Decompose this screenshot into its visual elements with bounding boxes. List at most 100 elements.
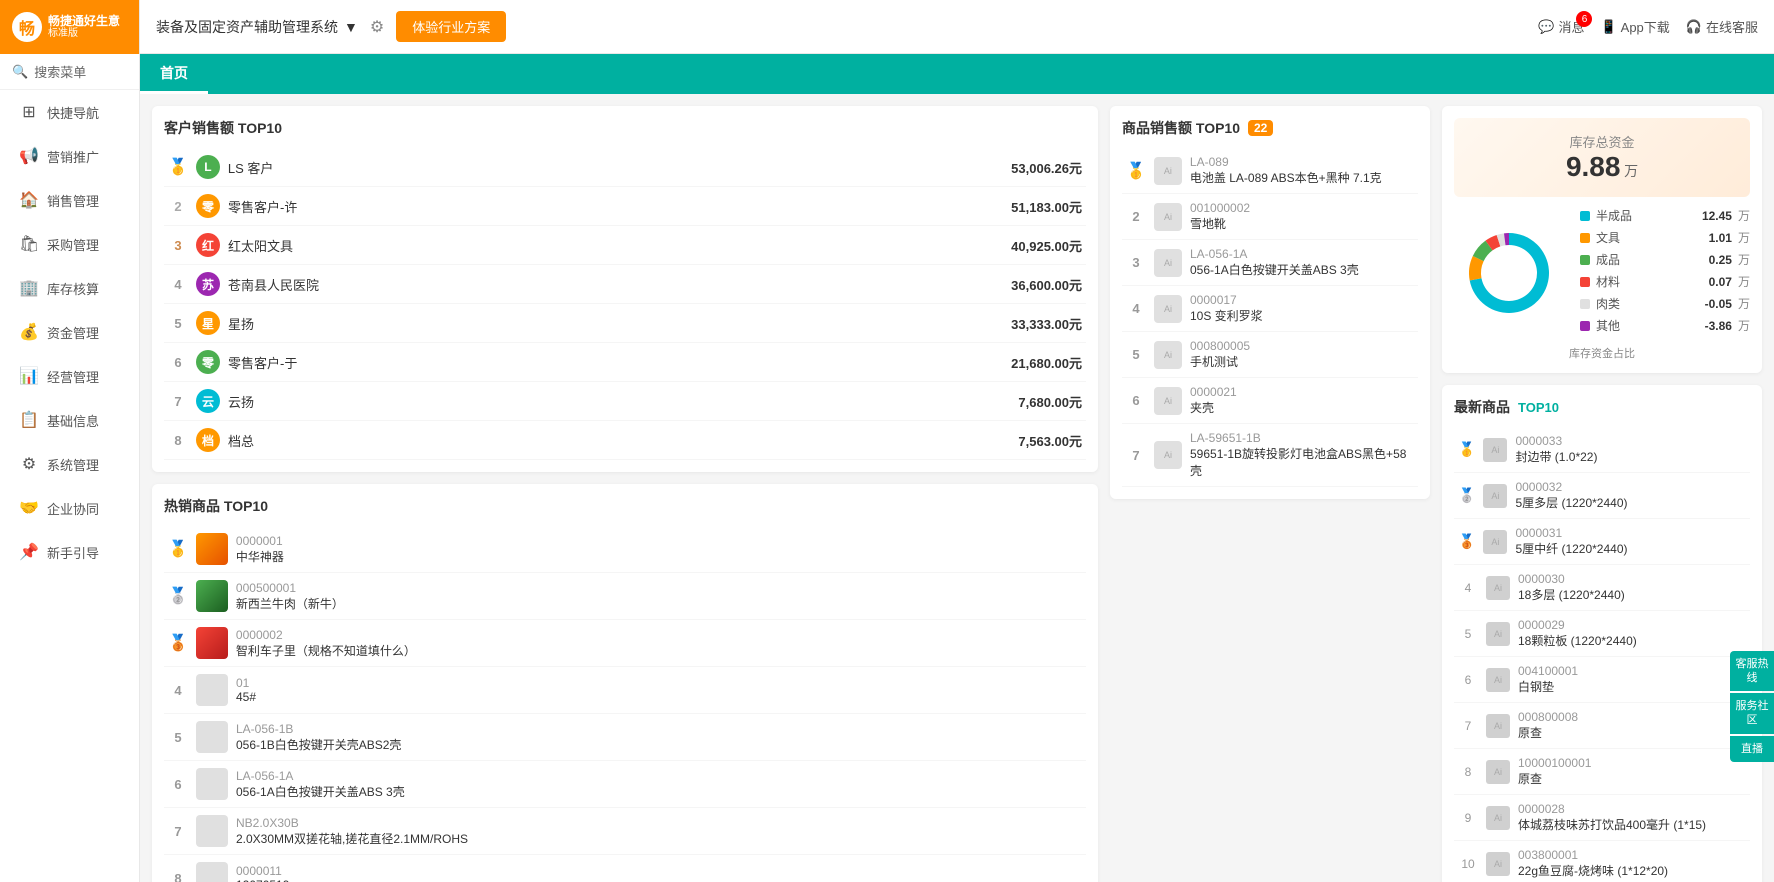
search-menu[interactable]: 🔍 搜索菜单 — [0, 54, 139, 90]
trial-button[interactable]: 体验行业方案 — [396, 11, 506, 42]
legend-item: 半成品 12.45 万 — [1580, 207, 1750, 224]
sidebar-item-finance[interactable]: 💰资金管理 — [0, 310, 139, 354]
rank-item: 7 云 云扬 7,680.00元 — [164, 382, 1086, 421]
product-name: 056-1B白色按键开关壳ABS2壳 — [236, 736, 1082, 753]
nav-icon-system: ⚙ — [19, 454, 39, 474]
product-name: 056-1A白色按键开关盖ABS 3壳 — [1190, 261, 1414, 278]
product-info: LA-056-1A 056-1A白色按键开关盖ABS 3壳 — [236, 769, 1082, 800]
product-thumbnail: Ai — [1154, 295, 1182, 323]
medal-icon: 🥉 — [168, 633, 188, 653]
product-code: 0000002 — [236, 628, 1082, 642]
float-service-button[interactable]: 直播 — [1730, 736, 1774, 762]
app-download-button[interactable]: 📱 App下载 — [1600, 17, 1669, 36]
medal-icon: 🥈 — [168, 586, 188, 606]
rank-number: 3 — [168, 238, 188, 253]
sidebar-item-marketing[interactable]: 📢营销推广 — [0, 134, 139, 178]
product-sales-item: 6 Ai 0000021 夹壳 — [1122, 378, 1418, 424]
legend-unit: 万 — [1738, 273, 1750, 290]
product-thumbnail: Ai — [1154, 341, 1182, 369]
system-selector[interactable]: 装备及固定资产辅助管理系统 ▼ — [156, 17, 358, 37]
product-info: 0000002 智利车子里（规格不知道填什么） — [236, 628, 1082, 659]
legend-unit: 万 — [1738, 207, 1750, 224]
hot-products-list: 🥇 0000001 中华神器 🥈 000500001 新西兰牛肉（新牛） 🥉 0… — [164, 526, 1086, 882]
product-sales-item: 5 Ai 000800005 手机测试 — [1122, 332, 1418, 378]
product-name: 夹壳 — [1190, 399, 1414, 416]
message-button[interactable]: 💬 消息 6 — [1538, 17, 1584, 36]
rank-number: 8 — [168, 433, 188, 448]
legend-value: 12.45 — [1702, 209, 1732, 223]
product-info: 000800005 手机测试 — [1190, 339, 1414, 370]
product-name: 18多层 (1220*2440) — [1518, 586, 1746, 603]
product-sales-rank-card: 商品销售额 TOP10 22 🥇 Ai LA-089 电池盖 LA-089 AB… — [1110, 106, 1430, 499]
sidebar-item-purchase[interactable]: 🛍 采购管理 — [0, 222, 139, 266]
nav-label-purchase: 采购管理 — [47, 235, 99, 254]
product-thumbnail: Ai — [1486, 668, 1510, 692]
customer-avatar: 红 — [196, 233, 220, 257]
product-code: 000800008 — [1518, 710, 1746, 724]
hot-product-item: 🥇 0000001 中华神器 — [164, 526, 1086, 573]
legend-item: 其他 -3.86 万 — [1580, 317, 1750, 334]
inventory-card: 库存总资金 9.88 万 半成品 12.45 万 文具 1.01 万 成品 0.… — [1442, 106, 1762, 373]
float-service-button[interactable]: 服务社区 — [1730, 693, 1774, 734]
sidebar-item-sales[interactable]: 🏠销售管理 — [0, 178, 139, 222]
sidebar-item-inventory[interactable]: 🏢库存核算 — [0, 266, 139, 310]
right-column: 库存总资金 9.88 万 半成品 12.45 万 文具 1.01 万 成品 0.… — [1442, 106, 1762, 870]
nav-icon-purchase: 🛍 — [19, 234, 39, 254]
customer-value: 51,183.00元 — [1011, 197, 1082, 216]
product-code: 0000021 — [1190, 385, 1414, 399]
customer-name: 零售客户-于 — [228, 353, 1003, 372]
nav-label-quick-nav: 快捷导航 — [47, 103, 99, 122]
product-info: 0000031 5厘中纤 (1220*2440) — [1515, 526, 1746, 557]
hot-products-card: 热销商品 TOP10 🥇 0000001 中华神器 🥈 000500001 新西… — [152, 484, 1098, 882]
page-tabs: 首页 — [140, 54, 1774, 94]
rank-number: 5 — [1458, 627, 1478, 641]
product-info: 0000001 中华神器 — [236, 534, 1082, 565]
product-code: 0000030 — [1518, 572, 1746, 586]
rank-number: 7 — [168, 394, 188, 409]
product-info: 000500001 新西兰牛肉（新牛） — [236, 581, 1082, 612]
product-info: LA-59651-1B 59651-1B旋转投影灯电池盒ABS黑色+58壳 — [1190, 431, 1414, 479]
product-thumbnail — [196, 721, 228, 753]
product-name: 056-1A白色按键开关盖ABS 3壳 — [236, 783, 1082, 800]
product-info: 0000033 封边带 (1.0*22) — [1515, 434, 1746, 465]
customer-value: 53,006.26元 — [1011, 158, 1082, 177]
online-service-button[interactable]: 🎧 在线客服 — [1686, 17, 1758, 36]
customer-value: 36,600.00元 — [1011, 275, 1082, 294]
float-service-button[interactable]: 客服热线 — [1730, 651, 1774, 692]
sidebar-item-guide[interactable]: 📌 新手引导 — [0, 530, 139, 574]
sidebar-item-basic[interactable]: 📋基础信息 — [0, 398, 139, 442]
hot-product-item: 5 LA-056-1B 056-1B白色按键开关壳ABS2壳 — [164, 714, 1086, 761]
count-badge: 22 — [1248, 120, 1273, 136]
customer-name: 档总 — [228, 431, 1010, 450]
nav-icon-guide: 📌 — [19, 542, 39, 562]
nav-label-operation: 经营管理 — [47, 367, 99, 386]
legend-category-name: 材料 — [1596, 273, 1703, 290]
product-info: 001000002 雪地靴 — [1190, 201, 1414, 232]
rank-number: 5 — [1126, 347, 1146, 362]
nav-icon-cooperate: 🤝 — [19, 498, 39, 518]
product-sales-item: 3 Ai LA-056-1A 056-1A白色按键开关盖ABS 3壳 — [1122, 240, 1418, 286]
product-info: 0000011 12070519-xs — [236, 864, 1082, 882]
new-products-title: 最新商品 TOP10 — [1454, 397, 1750, 417]
product-code: 004100001 — [1518, 664, 1746, 678]
product-info: LA-089 电池盖 LA-089 ABS本色+黑种 7.1克 — [1190, 155, 1414, 186]
sidebar-item-system[interactable]: ⚙系统管理 — [0, 442, 139, 486]
rank-item: 6 零 零售客户-于 21,680.00元 — [164, 343, 1086, 382]
nav-label-guide: 新手引导 — [47, 543, 99, 562]
rank-item: 4 苏 苍南县人民医院 36,600.00元 — [164, 265, 1086, 304]
nav-label-marketing: 营销推广 — [47, 147, 99, 166]
donut-chart — [1454, 218, 1564, 328]
sidebar-item-operation[interactable]: 📊经营管理 — [0, 354, 139, 398]
settings-icon[interactable]: ⚙ — [370, 17, 384, 37]
new-product-item: 8 Ai 10000100001 原查 — [1454, 749, 1750, 795]
sidebar-item-cooperate[interactable]: 🤝企业协同 — [0, 486, 139, 530]
rank-number: 7 — [168, 824, 188, 839]
tab-home[interactable]: 首页 — [140, 54, 208, 94]
product-code: LA-59651-1B — [1190, 431, 1414, 445]
product-info: 10000100001 原查 — [1518, 756, 1746, 787]
logo-area: 畅 畅捷通好生意 标准版 — [0, 0, 139, 54]
product-code: LA-056-1A — [236, 769, 1082, 783]
sidebar-item-quick-nav[interactable]: ⊞快捷导航 — [0, 90, 139, 134]
inventory-legend-title: 库存资金占比 — [1454, 345, 1750, 361]
hot-product-item: 8 0000011 12070519-xs — [164, 855, 1086, 882]
